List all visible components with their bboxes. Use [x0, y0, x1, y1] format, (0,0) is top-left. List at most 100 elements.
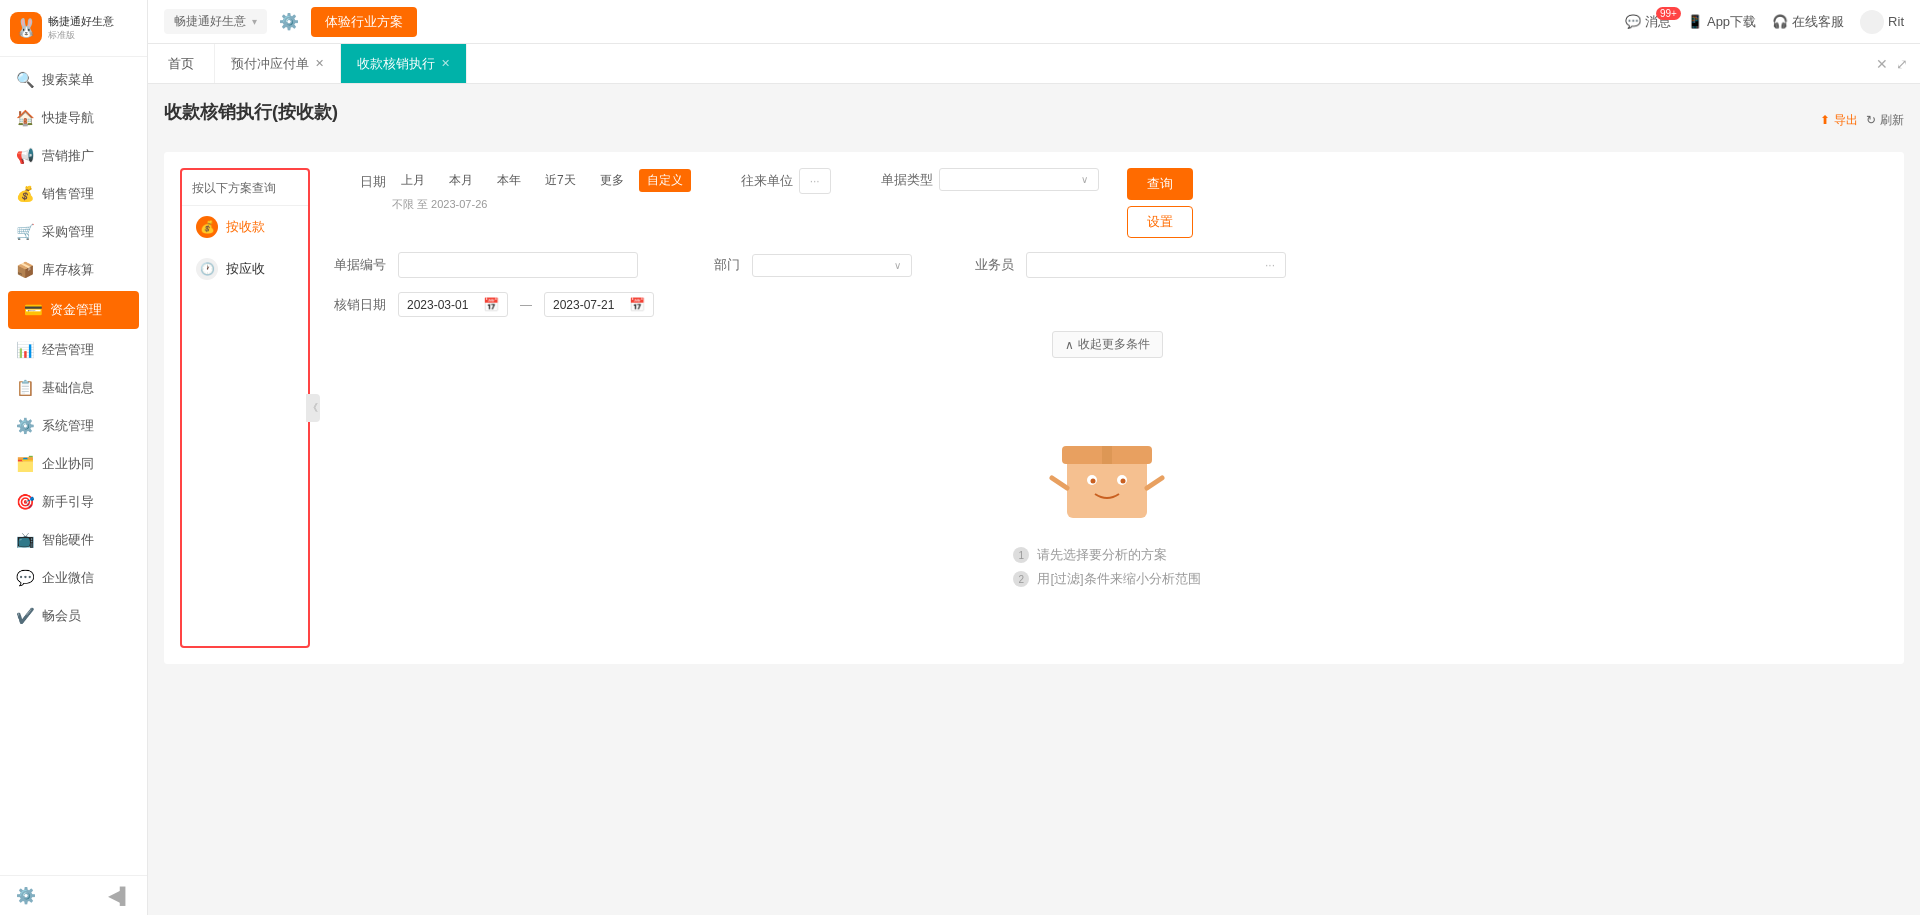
message-button[interactable]: 💬 消息 99+	[1625, 13, 1671, 31]
sidebar-item-label: 基础信息	[42, 379, 94, 397]
collapse-filter-row: ∧ 收起更多条件	[326, 331, 1888, 358]
doc-type-label: 单据类型	[873, 171, 933, 189]
receipt-writeoff-tab-label: 收款核销执行	[357, 55, 435, 73]
collapse-label: 收起更多条件	[1078, 336, 1150, 353]
phone-icon: 📱	[1687, 14, 1703, 29]
sidebar-item-wechat[interactable]: 💬 企业微信	[0, 559, 147, 597]
chevron-down-icon: ∨	[1081, 174, 1088, 185]
staff-dots: ···	[1265, 258, 1275, 272]
sidebar-item-label: 企业微信	[42, 569, 94, 587]
tab-receipt-writeoff[interactable]: 收款核销执行 ✕	[341, 44, 467, 83]
sidebar-item-system[interactable]: ⚙️ 系统管理	[0, 407, 147, 445]
writeoff-start-value: 2023-03-01	[407, 298, 468, 312]
wechat-icon: 💬	[16, 569, 34, 587]
logo-text-group: 畅捷通好生意 标准版	[48, 14, 114, 41]
sidebar-item-marketing[interactable]: 📢 营销推广	[0, 137, 147, 175]
sidebar-item-search-menu[interactable]: 🔍 搜索菜单	[0, 61, 147, 99]
writeoff-end-date-input[interactable]: 2023-07-21 📅	[544, 292, 654, 317]
topbar-brand-name: 畅捷通好生意	[174, 13, 246, 30]
user-name: Rit	[1888, 14, 1904, 29]
query-button[interactable]: 查询	[1127, 168, 1193, 200]
staff-label: 业务员	[954, 256, 1014, 274]
sidebar-item-sales[interactable]: 💰 销售管理	[0, 175, 147, 213]
export-label: 导出	[1834, 112, 1858, 129]
inventory-icon: 📦	[16, 261, 34, 279]
dept-label: 部门	[680, 256, 740, 274]
staff-input[interactable]: ···	[1026, 252, 1286, 278]
user-menu[interactable]: Rit	[1860, 10, 1904, 34]
collapse-panel-icon: 《	[308, 401, 318, 415]
sidebar-item-hardware[interactable]: 📺 智能硬件	[0, 521, 147, 559]
sidebar-item-label: 库存核算	[42, 261, 94, 279]
hardware-icon: 📺	[16, 531, 34, 549]
prepay-conflict-tab-label: 预付冲应付单	[231, 55, 309, 73]
export-button[interactable]: ⬆ 导出	[1820, 112, 1858, 129]
date-this-year-button[interactable]: 本年	[488, 168, 530, 193]
collapse-filter-panel-button[interactable]: 《	[306, 394, 320, 422]
home-tab-label: 首页	[168, 55, 194, 73]
svg-rect-8	[1102, 446, 1112, 464]
sidebar-item-label: 营销推广	[42, 147, 94, 165]
collapse-icon: ∧	[1065, 338, 1074, 352]
solution-button[interactable]: 体验行业方案	[311, 7, 417, 37]
no-limit-text: 不限 至 2023-07-26	[392, 197, 691, 212]
date-custom-button[interactable]: 自定义	[639, 169, 691, 192]
page-header: 收款核销执行(按收款) ⬆ 导出 ↻ 刷新	[164, 100, 1904, 140]
empty-step-1-label: 请先选择要分析的方案	[1037, 546, 1167, 564]
partner-input[interactable]: ···	[799, 168, 831, 194]
date-label: 日期	[326, 168, 386, 191]
refresh-label: 刷新	[1880, 112, 1904, 129]
sidebar-item-guide[interactable]: 🎯 新手引导	[0, 483, 147, 521]
settings-icon[interactable]: ⚙️	[16, 886, 36, 905]
date-prev-month-button[interactable]: 上月	[392, 168, 434, 193]
sidebar-item-label: 新手引导	[42, 493, 94, 511]
sidebar-item-inventory[interactable]: 📦 库存核算	[0, 251, 147, 289]
sidebar-item-purchase[interactable]: 🛒 采购管理	[0, 213, 147, 251]
sidebar-item-enterprise[interactable]: 🗂️ 企业协同	[0, 445, 147, 483]
tab-home[interactable]: 首页	[148, 44, 215, 83]
refresh-button[interactable]: ↻ 刷新	[1866, 112, 1904, 129]
date-more-button[interactable]: 更多	[591, 168, 633, 193]
sidebar-item-operations[interactable]: 📊 经营管理	[0, 331, 147, 369]
writeoff-start-date-input[interactable]: 2023-03-01 📅	[398, 292, 508, 317]
topbar-gear-icon[interactable]: ⚙️	[279, 12, 299, 31]
topbar-brand[interactable]: 畅捷通好生意 ▾	[164, 9, 267, 34]
sidebar-item-label: 采购管理	[42, 223, 94, 241]
sidebar-item-basics[interactable]: 📋 基础信息	[0, 369, 147, 407]
sidebar-menu: 🔍 搜索菜单 🏠 快捷导航 📢 营销推广 💰 销售管理 🛒 采购管理 📦 库存核…	[0, 57, 147, 875]
sidebar-item-label: 资金管理	[50, 301, 102, 319]
expand-tab-icon[interactable]: ⤢	[1896, 56, 1908, 72]
logo-badge: 标准版	[48, 29, 114, 42]
calendar-start-icon: 📅	[483, 297, 499, 312]
page-body: 按以下方案查询 💰 按收款 🕐 按应收 《	[164, 152, 1904, 664]
date-7days-button[interactable]: 近7天	[536, 168, 585, 193]
purchase-icon: 🛒	[16, 223, 34, 241]
dept-select[interactable]: ∨	[752, 254, 912, 277]
close-tab-prepay-icon[interactable]: ✕	[315, 57, 324, 70]
settings-button[interactable]: 设置	[1127, 206, 1193, 238]
sidebar-item-quick-nav[interactable]: 🏠 快捷导航	[0, 99, 147, 137]
filter-by-receivable[interactable]: 🕐 按应收	[182, 248, 308, 290]
tab-prepay-conflict[interactable]: 预付冲应付单 ✕	[215, 44, 341, 83]
online-service-button[interactable]: 🎧 在线客服	[1772, 13, 1844, 31]
basics-icon: 📋	[16, 379, 34, 397]
collapse-sidebar-icon[interactable]: ◀▌	[108, 886, 131, 905]
doc-no-input[interactable]	[398, 252, 638, 278]
filter-by-receipt[interactable]: 💰 按收款	[182, 206, 308, 248]
sidebar-item-member[interactable]: ✔️ 畅会员	[0, 597, 147, 635]
finance-icon: 💳	[24, 301, 42, 319]
step-num-2: 2	[1013, 571, 1029, 587]
app-download-label: App下载	[1707, 13, 1756, 31]
calendar-end-icon: 📅	[629, 297, 645, 312]
doc-type-select[interactable]: ∨	[939, 168, 1099, 191]
close-tab-receipt-icon[interactable]: ✕	[441, 57, 450, 70]
collapse-more-conditions-button[interactable]: ∧ 收起更多条件	[1052, 331, 1163, 358]
system-icon: ⚙️	[16, 417, 34, 435]
sidebar-item-label: 企业协同	[42, 455, 94, 473]
sidebar-logo: 🐰 畅捷通好生意 标准版	[0, 0, 147, 57]
close-all-tabs-icon[interactable]: ✕	[1876, 56, 1888, 72]
app-download-button[interactable]: 📱 App下载	[1687, 13, 1756, 31]
date-this-month-button[interactable]: 本月	[440, 168, 482, 193]
empty-step-2-label: 用[过滤]条件来缩小分析范围	[1037, 570, 1200, 588]
sidebar-item-finance[interactable]: 💳 资金管理	[8, 291, 139, 329]
